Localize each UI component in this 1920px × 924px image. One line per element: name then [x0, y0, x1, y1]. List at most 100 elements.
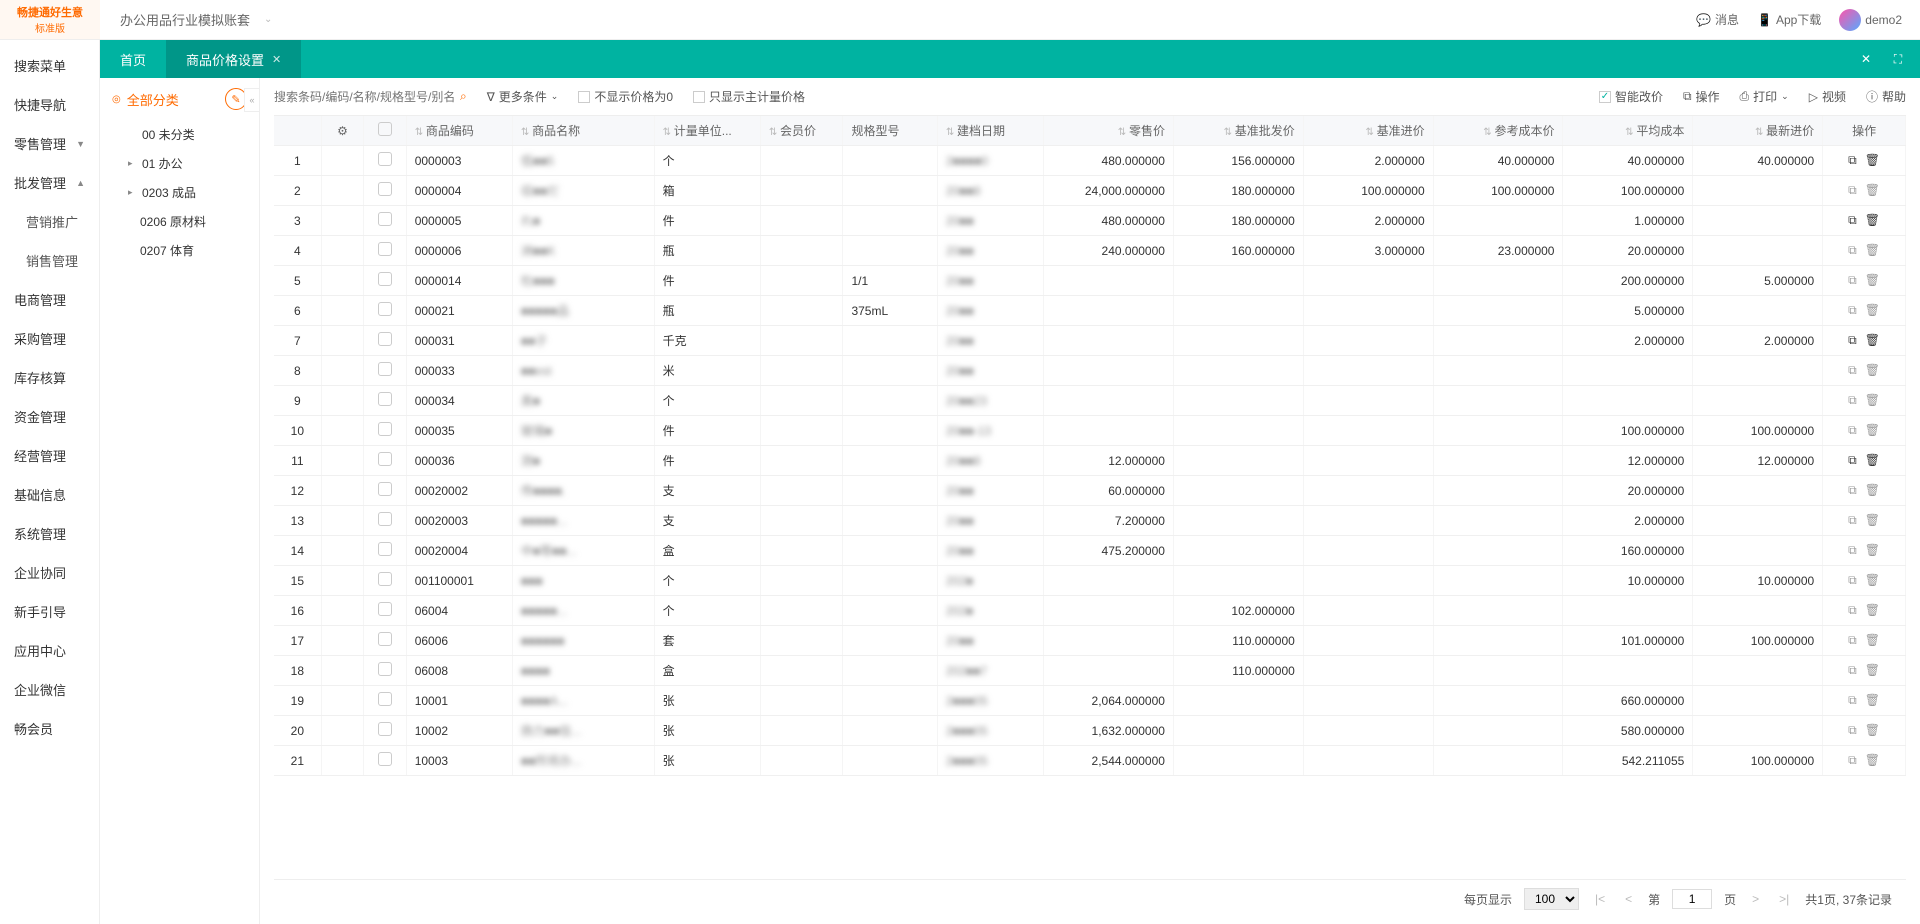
copy-icon[interactable]: ⧉	[1848, 303, 1857, 318]
cell-op[interactable]: ⧉🗑	[1823, 716, 1906, 746]
print-button[interactable]: ⎙打印⌄	[1740, 88, 1789, 105]
table-row[interactable]: 2010002扬力■■信...张2■■■051,632.000000580.00…	[274, 716, 1906, 746]
category-item-0206[interactable]: 0206 原材料	[100, 207, 259, 236]
cell-checkbox[interactable]	[364, 446, 406, 476]
cell-op[interactable]: ⧉🗑	[1823, 176, 1906, 206]
delete-icon[interactable]: 🗑	[1865, 363, 1880, 378]
help-button[interactable]: ⓘ帮助	[1866, 88, 1906, 105]
delete-icon[interactable]: 🗑	[1865, 243, 1880, 258]
copy-icon[interactable]: ⧉	[1848, 693, 1857, 708]
cell-checkbox[interactable]	[364, 146, 406, 176]
table-row[interactable]: 1200020002传■■■■.支20■■60.00000020.000000⧉…	[274, 476, 1906, 506]
cell-checkbox[interactable]	[364, 596, 406, 626]
table-row[interactable]: 1300020003■■■■■...支20■■7.2000002.000000⧉…	[274, 506, 1906, 536]
table-row[interactable]: 6000021■■■■■品瓶375mL20■■5.000000⧉🗑	[274, 296, 1906, 326]
nav-quicknav[interactable]: 快捷导航	[0, 85, 99, 124]
delete-icon[interactable]: 🗑	[1865, 603, 1880, 618]
table-row[interactable]: 1910001■■■■A...张2■■■052,064.000000660.00…	[274, 686, 1906, 716]
delete-icon[interactable]: 🗑	[1865, 183, 1880, 198]
col-purchase[interactable]: 基准进价	[1303, 116, 1433, 146]
nav-search[interactable]: 搜索菜单	[0, 46, 99, 85]
copy-icon[interactable]: ⧉	[1848, 393, 1857, 408]
nav-purchase[interactable]: 采购管理	[0, 319, 99, 358]
page-first-button[interactable]: |<	[1591, 892, 1609, 906]
nav-ecom[interactable]: 电商管理	[0, 280, 99, 319]
copy-icon[interactable]: ⧉	[1848, 573, 1857, 588]
main-unit-checkbox[interactable]: 只显示主计量价格	[693, 88, 805, 105]
cell-op[interactable]: ⧉🗑	[1823, 236, 1906, 266]
copy-icon[interactable]: ⧉	[1848, 663, 1857, 678]
nav-coop[interactable]: 企业协同	[0, 553, 99, 592]
nav-basic[interactable]: 基础信息	[0, 475, 99, 514]
cell-op[interactable]: ⧉🗑	[1823, 746, 1906, 776]
cell-op[interactable]: ⧉🗑	[1823, 356, 1906, 386]
page-next-button[interactable]: >	[1748, 892, 1763, 906]
chevron-down-icon[interactable]: ⌄	[264, 14, 272, 25]
app-download-button[interactable]: 📱App下载	[1757, 11, 1821, 28]
copy-icon[interactable]: ⧉	[1848, 633, 1857, 648]
cell-op[interactable]: ⧉🗑	[1823, 266, 1906, 296]
cell-op[interactable]: ⧉🗑	[1823, 506, 1906, 536]
cell-op[interactable]: ⧉🗑	[1823, 326, 1906, 356]
delete-icon[interactable]: 🗑	[1865, 663, 1880, 678]
cell-op[interactable]: ⧉🗑	[1823, 656, 1906, 686]
table-row[interactable]: 10000003低■■5个2■■■■0480.000000156.0000002…	[274, 146, 1906, 176]
cell-op[interactable]: ⧉🗑	[1823, 686, 1906, 716]
cell-checkbox[interactable]	[364, 206, 406, 236]
cell-checkbox[interactable]	[364, 536, 406, 566]
table-row[interactable]: 20000004収■■だ箱20■■824,000.000000180.00000…	[274, 176, 1906, 206]
cell-checkbox[interactable]	[364, 506, 406, 536]
col-member[interactable]: 会员价	[760, 116, 843, 146]
copy-icon[interactable]: ⧉	[1848, 513, 1857, 528]
delete-icon[interactable]: 🗑	[1865, 393, 1880, 408]
nav-fund[interactable]: 资金管理	[0, 397, 99, 436]
table-row[interactable]: 9000034奥■个20■■23⧉🗑	[274, 386, 1906, 416]
nav-appcenter[interactable]: 应用中心	[0, 631, 99, 670]
cell-checkbox[interactable]	[364, 356, 406, 386]
hide-zero-checkbox[interactable]: 不显示价格为0	[578, 88, 673, 105]
cell-checkbox[interactable]	[364, 716, 406, 746]
perpage-select[interactable]: 100	[1524, 888, 1579, 910]
cell-op[interactable]: ⧉🗑	[1823, 296, 1906, 326]
copy-icon[interactable]: ⧉	[1848, 543, 1857, 558]
copy-icon[interactable]: ⧉	[1848, 483, 1857, 498]
copy-icon[interactable]: ⧉	[1848, 213, 1857, 228]
page-last-button[interactable]: >|	[1775, 892, 1793, 906]
copy-icon[interactable]: ⧉	[1848, 333, 1857, 348]
table-row[interactable]: 7000031■■子千克20■■2.0000002.000000⧉🗑	[274, 326, 1906, 356]
nav-wholesale[interactable]: 批发管理▲	[0, 163, 99, 202]
table-row[interactable]: 10000035玻璃■件20■■-13100.000000100.000000⧉…	[274, 416, 1906, 446]
table-row[interactable]: 11000036测■件20■■812.00000012.00000012.000…	[274, 446, 1906, 476]
table-row[interactable]: 1706006■■■■■■套20■■110.000000101.00000010…	[274, 626, 1906, 656]
tab-close-all-button[interactable]: ✕	[1852, 45, 1880, 73]
delete-icon[interactable]: 🗑	[1865, 723, 1880, 738]
col-name[interactable]: 商品名称	[512, 116, 654, 146]
cell-op[interactable]: ⧉🗑	[1823, 596, 1906, 626]
delete-icon[interactable]: 🗑	[1865, 573, 1880, 588]
table-row[interactable]: 50000014杜■■■件1/120■■200.0000005.000000⧉🗑	[274, 266, 1906, 296]
cell-op[interactable]: ⧉🗑	[1823, 446, 1906, 476]
nav-biz[interactable]: 经营管理	[0, 436, 99, 475]
table-row[interactable]: 8000033■■est米20■■⧉🗑	[274, 356, 1906, 386]
delete-icon[interactable]: 🗑	[1865, 213, 1880, 228]
category-item-01[interactable]: ▸01 办公	[100, 149, 259, 178]
table-row[interactable]: 1606004■■■■■...个202■102.000000⧉🗑	[274, 596, 1906, 626]
col-settings[interactable]: ⚙	[321, 116, 363, 146]
cell-checkbox[interactable]	[364, 566, 406, 596]
nav-wholesale-marketing[interactable]: 营销推广	[0, 202, 99, 241]
delete-icon[interactable]: 🗑	[1865, 693, 1880, 708]
messages-button[interactable]: 💬消息	[1696, 11, 1739, 28]
delete-icon[interactable]: 🗑	[1865, 153, 1880, 168]
fullscreen-button[interactable]: ⛶	[1884, 45, 1912, 73]
tab-price-settings[interactable]: 商品价格设置✕	[166, 40, 301, 78]
cell-checkbox[interactable]	[364, 176, 406, 206]
nav-wecom[interactable]: 企业微信	[0, 670, 99, 709]
delete-icon[interactable]: 🗑	[1865, 273, 1880, 288]
cell-checkbox[interactable]	[364, 326, 406, 356]
cell-op[interactable]: ⧉🗑	[1823, 416, 1906, 446]
search-box[interactable]: ⌕	[274, 89, 467, 104]
tab-home[interactable]: 首页	[100, 40, 166, 78]
table-row[interactable]: 40000006洲■■K瓶20■■240.000000160.0000003.0…	[274, 236, 1906, 266]
col-wholesale[interactable]: 基准批发价	[1173, 116, 1303, 146]
collapse-sidebar-button[interactable]: «	[244, 88, 260, 112]
